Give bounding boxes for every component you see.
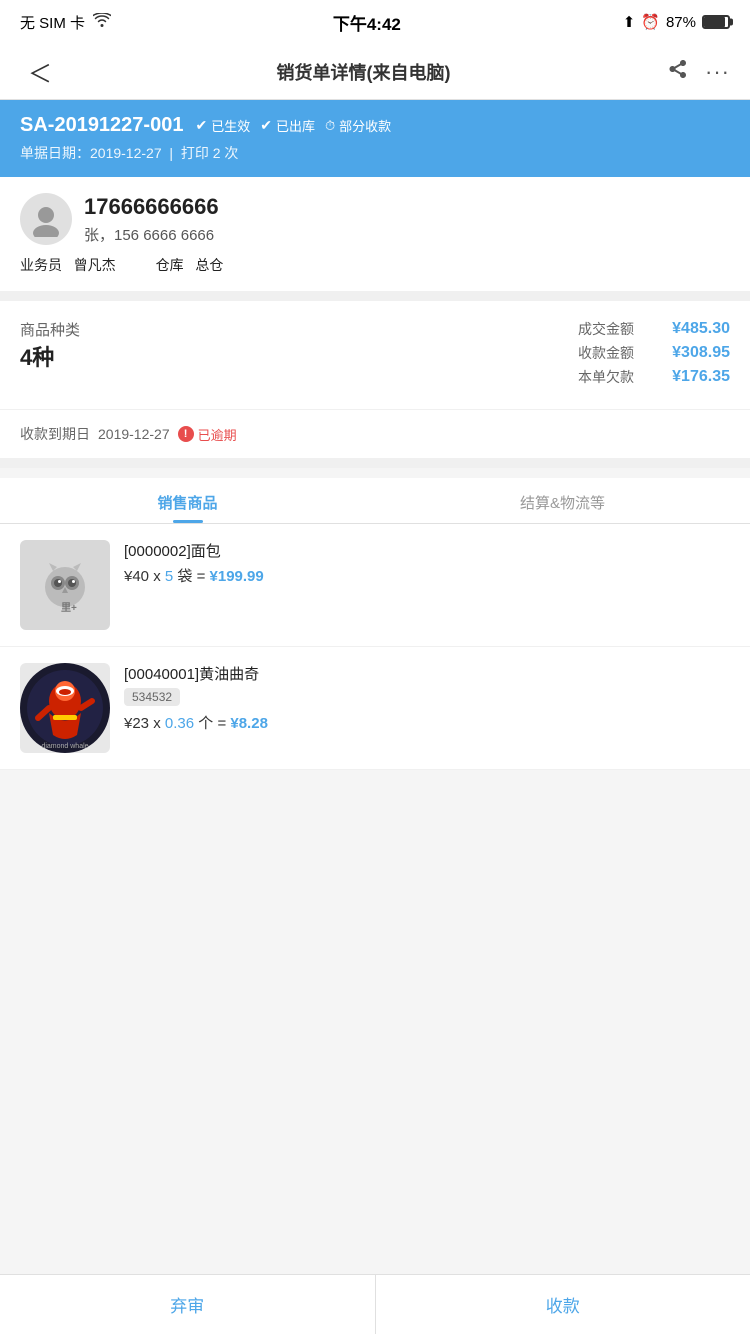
due-label: 本单欠款 [578,367,634,387]
bottom-bar: 弃审 收款 [0,1274,750,1334]
status-time: 下午4:42 [333,10,401,35]
due-value: ¥176.35 [650,368,730,386]
customer-section: 17666666666 张，156 6666 6666 业务员 曾凡杰 仓库 总… [0,177,750,291]
svg-text:里+: 里+ [61,602,77,614]
cancel-button[interactable]: 弃审 [0,1275,376,1334]
amount-stats: 成交金额 ¥485.30 收款金额 ¥308.95 本单欠款 ¥176.35 [578,319,730,391]
battery-percent: 87% [666,14,696,31]
warehouse-info: 仓库 总仓 [156,255,224,275]
product-total-2: ¥8.28 [230,715,268,732]
product-types: 商品种类 4种 [20,319,80,372]
stats-section: 商品种类 4种 成交金额 ¥485.30 收款金额 ¥308.95 本单欠款 ¥… [0,301,750,409]
page-title: 销货单详情(来自电脑) [277,59,451,85]
divider-2 [0,458,750,468]
product-types-label: 商品种类 [20,319,80,340]
order-status-badges: ✔ 已生效 ✔ 已出库 ⏱ 部分收款 [195,116,391,135]
sim-status: 无 SIM 卡 [20,12,85,33]
status-delivered: ✔ 已出库 [260,116,315,135]
received-label: 收款金额 [578,343,634,363]
battery-icon [702,15,730,29]
product-price-2: ¥23 x 0.36 个 = ¥8.28 [124,712,730,733]
divider-1 [0,291,750,301]
salesperson-label: 业务员 [20,257,62,273]
order-header: SA-20191227-001 ✔ 已生效 ✔ 已出库 ⏱ 部分收款 单据日期：… [0,100,750,177]
payment-due-date: 2019-12-27 [98,426,170,442]
products-section: 里+ [0000002]面包 ¥40 x 5 袋 = ¥199.99 [0,524,750,770]
status-bar: 无 SIM 卡 下午4:42 ⬆ ⏰ 87% [0,0,750,44]
order-print-info: 打印 2 次 [181,145,239,161]
product-image-1: 里+ [20,540,110,630]
product-name-2: [00040001]黄油曲奇 [124,663,730,684]
svg-text:diamond whale: diamond whale [41,743,88,750]
list-item: 里+ [0000002]面包 ¥40 x 5 袋 = ¥199.99 [0,524,750,647]
wifi-icon [93,13,111,31]
nav-actions: ··· [667,58,730,86]
received-value: ¥308.95 [650,344,730,362]
product-tag-2: 534532 [124,688,180,706]
bottom-spacer [0,770,750,840]
customer-meta: 业务员 曾凡杰 仓库 总仓 [20,255,730,275]
order-id: SA-20191227-001 [20,114,183,137]
product-qty-2: 0.36 [165,715,194,732]
overdue-badge: ! 已逾期 [178,425,237,444]
customer-name: 17666666666 [84,194,219,220]
tab-products[interactable]: 销售商品 [0,478,375,523]
confirm-button[interactable]: 收款 [376,1275,750,1334]
overdue-label: 已逾期 [198,425,237,444]
salesperson-info: 业务员 曾凡杰 [20,255,116,275]
status-activated: ✔ 已生效 [195,116,250,135]
status-right: ⬆ ⏰ 87% [623,13,730,31]
transaction-amount-line: 成交金额 ¥485.30 [578,319,730,339]
product-types-value: 4种 [20,340,80,372]
avatar [20,193,72,245]
product-qty-1: 5 [165,568,173,585]
more-icon[interactable]: ··· [705,59,730,85]
product-price-1: ¥40 x 5 袋 = ¥199.99 [124,565,730,586]
warehouse-value: 总仓 [195,257,223,273]
product-name-1: [0000002]面包 [124,540,730,561]
status-payment: ⏱ 部分收款 [325,116,391,135]
location-icon: ⬆ [623,13,636,31]
customer-phone: 张，156 6666 6666 [84,224,219,245]
share-icon[interactable] [667,58,689,86]
product-info-1: [0000002]面包 ¥40 x 5 袋 = ¥199.99 [124,540,730,586]
clock-icon: ⏱ [325,118,335,134]
order-meta: 单据日期：2019-12-27 | 打印 2 次 [20,143,730,163]
order-doc-date: 单据日期：2019-12-27 [20,145,162,161]
overdue-icon: ! [178,426,194,442]
transaction-label: 成交金额 [578,319,634,339]
check-activated-icon: ✔ [195,117,207,134]
warehouse-label: 仓库 [156,257,184,273]
payment-due-label: 收款到期日 [20,424,90,444]
list-item: diamond whale [00040001]黄油曲奇 534532 ¥23 … [0,647,750,770]
product-info-2: [00040001]黄油曲奇 534532 ¥23 x 0.36 个 = ¥8.… [124,663,730,733]
nav-bar: ＜ 销货单详情(来自电脑) ··· [0,44,750,100]
tab-bar: 销售商品 结算&物流等 [0,478,750,524]
payment-due-section: 收款到期日 2019-12-27 ! 已逾期 [0,409,750,458]
salesperson-value: 曾凡杰 [74,257,116,273]
product-image-2: diamond whale [20,663,110,753]
back-button[interactable]: ＜ [20,46,60,97]
due-amount-line: 本单欠款 ¥176.35 [578,367,730,387]
tab-settlement[interactable]: 结算&物流等 [375,478,750,523]
received-amount-line: 收款金额 ¥308.95 [578,343,730,363]
status-left: 无 SIM 卡 [20,12,111,33]
transaction-value: ¥485.30 [650,320,730,338]
alarm-icon: ⏰ [641,13,660,31]
product-total-1: ¥199.99 [210,568,264,585]
check-delivered-icon: ✔ [260,117,272,134]
